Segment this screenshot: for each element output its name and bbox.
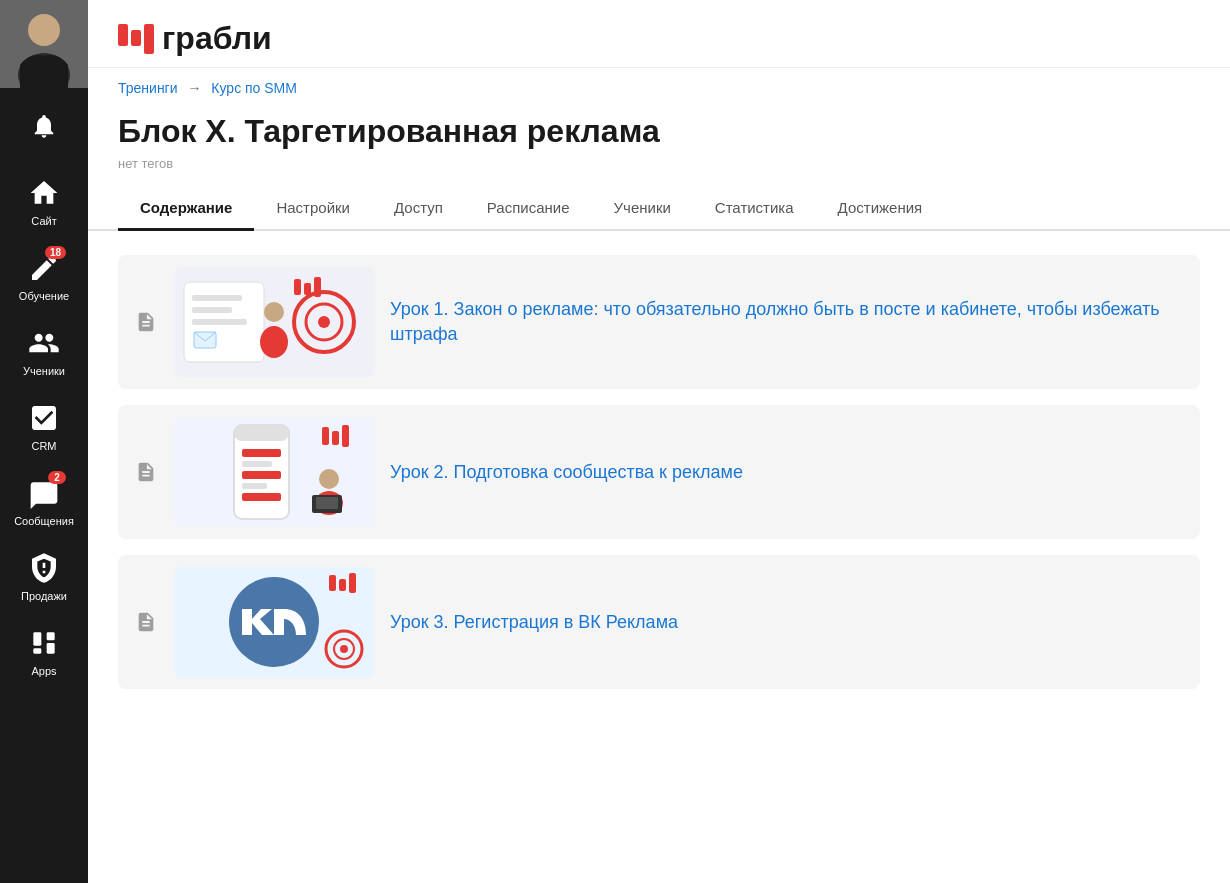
svg-rect-35 [316, 497, 338, 509]
lessons-list: Урок 1. Закон о рекламе: что обязательно… [88, 231, 1230, 713]
students-icon [26, 325, 62, 361]
sidebar-item-students[interactable]: Ученики [0, 313, 88, 388]
lesson-thumbnail-2 [174, 417, 374, 527]
lesson-title-2[interactable]: Урок 2. Подготовка сообщества к рекламе [390, 462, 743, 482]
svg-point-19 [260, 326, 288, 358]
sidebar: Сайт 18 Обучение Ученики CRM [0, 0, 88, 883]
breadcrumb-course[interactable]: Курс по SMM [211, 80, 297, 96]
svg-rect-29 [322, 427, 329, 445]
sidebar-item-messages[interactable]: 2 Сообщения [0, 463, 88, 538]
lesson-card-1: Урок 1. Закон о рекламе: что обязательно… [118, 255, 1200, 389]
tab-students[interactable]: Ученики [592, 187, 693, 231]
lesson-doc-icon-3 [134, 611, 158, 633]
lesson-title-1[interactable]: Урок 1. Закон о рекламе: что обязательно… [390, 299, 1160, 344]
svg-rect-10 [192, 307, 232, 313]
svg-rect-3 [33, 632, 41, 645]
lesson-doc-icon-1 [134, 311, 158, 333]
svg-rect-31 [342, 425, 349, 447]
sidebar-item-crm[interactable]: CRM [0, 388, 88, 463]
sidebar-item-learning[interactable]: 18 Обучение [0, 238, 88, 313]
tab-access[interactable]: Доступ [372, 187, 465, 231]
svg-rect-40 [349, 573, 356, 593]
svg-rect-28 [242, 493, 281, 501]
sidebar-item-messages-label: Сообщения [14, 515, 74, 527]
lesson-info-3: Урок 3. Регистрация в ВК Реклама [390, 610, 1184, 635]
tab-settings[interactable]: Настройки [254, 187, 372, 231]
svg-rect-17 [314, 277, 321, 297]
svg-rect-11 [192, 319, 247, 325]
lesson-doc-icon-2 [134, 461, 158, 483]
tabs-bar: Содержание Настройки Доступ Расписание У… [88, 187, 1230, 231]
page-title: Блок X. Таргетированная реклама [118, 112, 1200, 150]
breadcrumb-trainings[interactable]: Тренинги [118, 80, 178, 96]
tab-statistics[interactable]: Статистика [693, 187, 816, 231]
logo: грабли [118, 20, 272, 57]
main-content: грабли Тренинги → Курс по SMM Блок X. Та… [88, 0, 1230, 883]
page-title-area: Блок X. Таргетированная реклама нет тего… [88, 96, 1230, 171]
crm-icon [26, 400, 62, 436]
lesson-info-2: Урок 2. Подготовка сообщества к рекламе [390, 460, 1184, 485]
lesson-title-3[interactable]: Урок 3. Регистрация в ВК Реклама [390, 612, 678, 632]
sidebar-item-site-label: Сайт [31, 215, 56, 227]
breadcrumb-separator: → [187, 80, 201, 96]
sidebar-item-sales[interactable]: Продажи [0, 538, 88, 613]
tab-schedule[interactable]: Расписание [465, 187, 592, 231]
svg-rect-9 [192, 295, 242, 301]
home-icon [26, 175, 62, 211]
svg-rect-26 [242, 471, 281, 479]
messages-icon: 2 [26, 475, 62, 511]
learning-badge: 18 [45, 246, 66, 259]
svg-point-14 [318, 316, 330, 328]
lesson-info-1: Урок 1. Закон о рекламе: что обязательно… [390, 297, 1184, 347]
svg-rect-25 [242, 461, 272, 467]
lesson-card-3: Урок 3. Регистрация в ВК Реклама [118, 555, 1200, 689]
svg-rect-39 [339, 579, 346, 591]
breadcrumb: Тренинги → Курс по SMM [88, 68, 1230, 96]
svg-rect-15 [294, 279, 301, 295]
avatar[interactable] [0, 0, 88, 88]
logo-text: грабли [162, 20, 272, 57]
sidebar-item-learning-label: Обучение [19, 290, 69, 302]
sidebar-item-sales-label: Продажи [21, 590, 67, 602]
svg-rect-30 [332, 431, 339, 445]
sidebar-item-crm-label: CRM [31, 440, 56, 452]
svg-point-32 [319, 469, 339, 489]
svg-rect-16 [304, 283, 311, 295]
svg-rect-38 [329, 575, 336, 591]
header: грабли [88, 0, 1230, 68]
svg-point-43 [340, 645, 348, 653]
tab-achievements[interactable]: Достижения [816, 187, 945, 231]
svg-rect-24 [242, 449, 281, 457]
page-tags: нет тегов [118, 156, 1200, 171]
sidebar-item-notification[interactable] [0, 88, 88, 163]
svg-rect-6 [47, 643, 55, 654]
lesson-thumbnail-3 [174, 567, 374, 677]
learning-icon: 18 [26, 250, 62, 286]
notification-icon [26, 108, 62, 144]
svg-rect-5 [33, 648, 41, 653]
sidebar-item-apps[interactable]: Apps [0, 613, 88, 688]
tab-content[interactable]: Содержание [118, 187, 254, 231]
messages-badge: 2 [48, 471, 66, 484]
svg-point-1 [28, 14, 60, 46]
lesson-thumbnail-1 [174, 267, 374, 377]
svg-rect-4 [47, 632, 55, 640]
svg-point-18 [264, 302, 284, 322]
svg-rect-27 [242, 483, 267, 489]
sales-icon [26, 550, 62, 586]
sidebar-item-students-label: Ученики [23, 365, 65, 377]
apps-icon [26, 625, 62, 661]
lesson-card-2: Урок 2. Подготовка сообщества к рекламе [118, 405, 1200, 539]
sidebar-item-apps-label: Apps [31, 665, 56, 677]
logo-icon [118, 24, 154, 54]
svg-rect-23 [234, 425, 289, 441]
sidebar-item-site[interactable]: Сайт [0, 163, 88, 238]
